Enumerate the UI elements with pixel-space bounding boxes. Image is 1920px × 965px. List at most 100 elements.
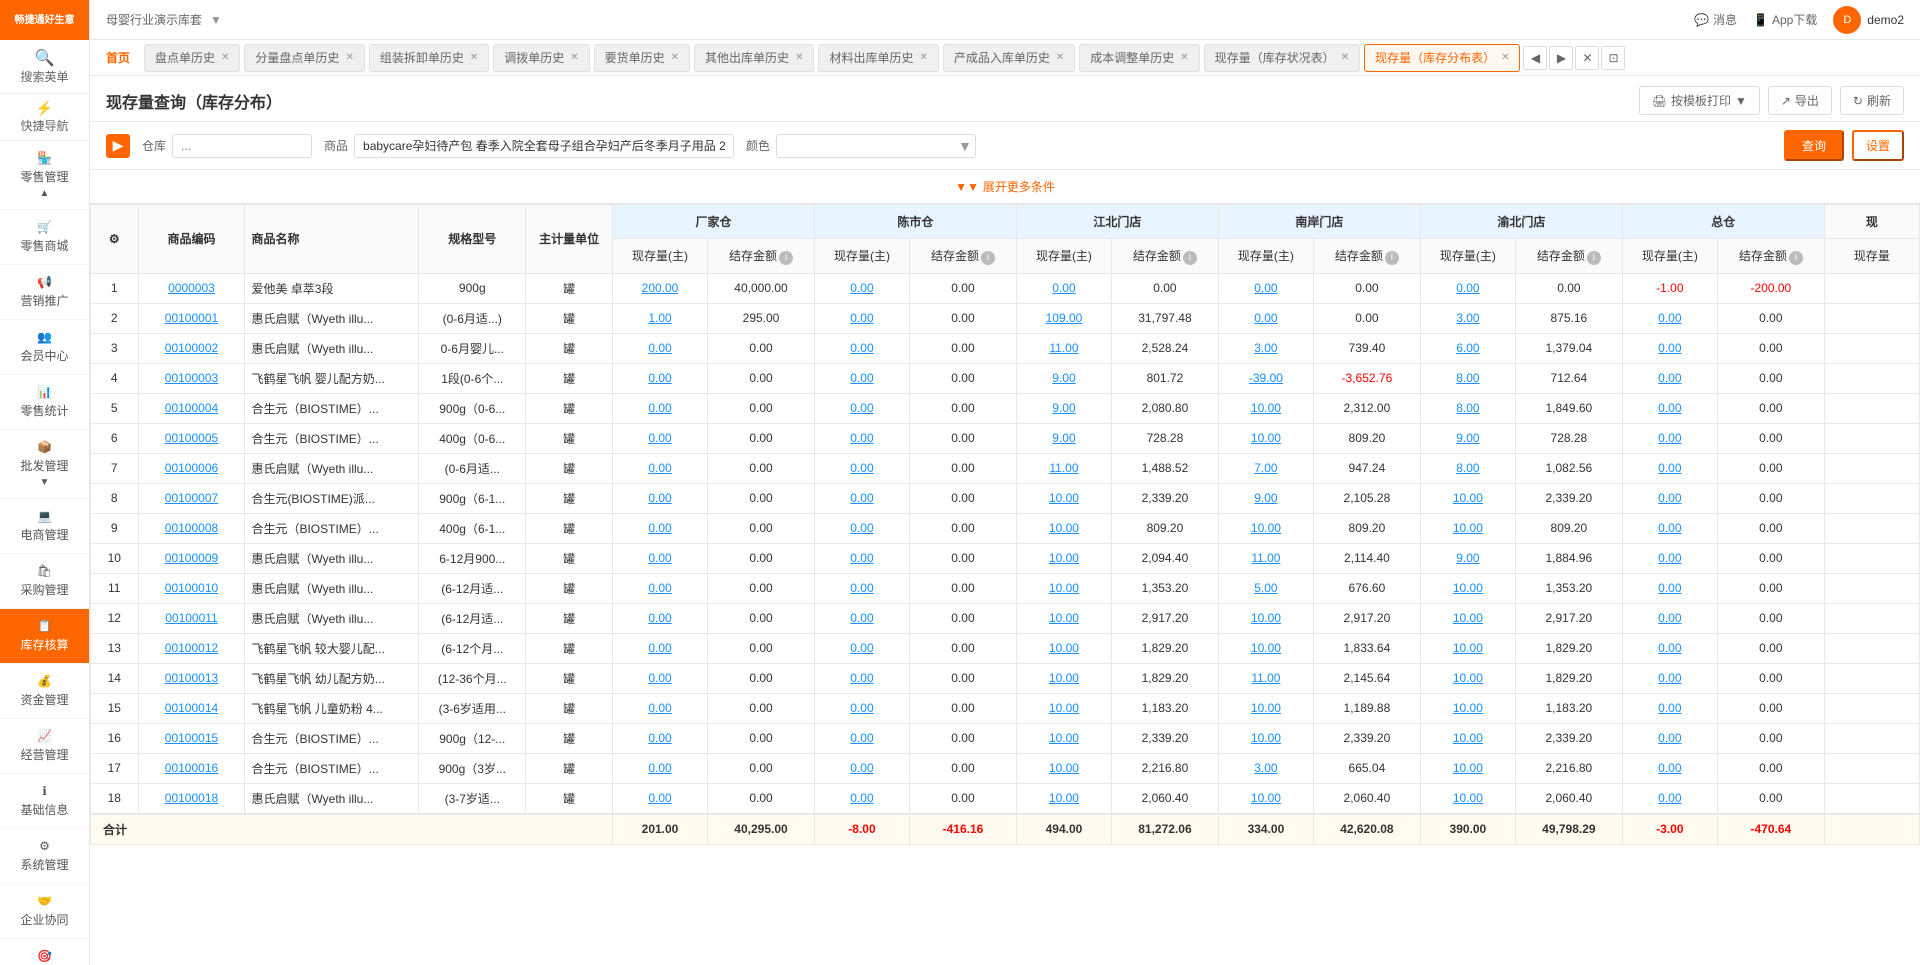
sidebar-item-purchase[interactable]: 🛍采购管理 [0,554,89,609]
table-row: 5 00100004 合生元（BIOSTIME）... 900g（0-6... … [91,393,1920,423]
color-dropdown-icon[interactable]: ▼ [958,138,972,154]
row-nanan-stock: 10.00 [1218,393,1313,423]
tab-sub-inventory[interactable]: 分量盘点单历史 ✕ [244,44,364,72]
tab-stock-status[interactable]: 现存量（库存状况表） ✕ [1204,44,1360,72]
row-nanan-amount: 2,917.20 [1313,603,1420,633]
row-unit: 罐 [526,273,613,303]
export-btn[interactable]: ↗ 导出 [1768,86,1832,115]
print-btn[interactable]: 🖨 按模板打印 ▼ [1639,86,1760,115]
tab-close-assembly[interactable]: ✕ [470,52,478,63]
tab-close-other-out[interactable]: ✕ [795,52,803,63]
row-yubei-stock: 6.00 [1420,333,1515,363]
tab-nav-expand[interactable]: ⊡ [1601,46,1625,70]
sidebar-item-search[interactable]: 🔍 搜索英单 [0,40,89,94]
row-chenshi-amount: 0.00 [910,423,1017,453]
row-factory-amount: 0.00 [708,633,815,663]
sidebar-item-shortcut[interactable]: ⚡ 快捷导航 [0,94,89,141]
row-jiangbei-stock: 11.00 [1016,453,1111,483]
app-download-btn[interactable]: 📱 App下载 [1753,11,1817,28]
jiangbei-amount-info[interactable]: i [1183,251,1197,265]
sidebar-item-operations[interactable]: 📈经营管理 [0,719,89,774]
page-actions: 🖨 按模板打印 ▼ ↗ 导出 ↻ 刷新 [1639,86,1904,115]
expand-more-btn[interactable]: ▼▼ 展开更多条件 [90,170,1920,204]
yubei-amount-info[interactable]: i [1587,251,1601,265]
sidebar-item-system[interactable]: ⚙系统管理 [0,829,89,884]
color-input[interactable] [776,134,976,158]
tab-nav-next[interactable]: ▶ [1549,46,1573,70]
row-unit: 罐 [526,513,613,543]
sidebar-item-member-center[interactable]: 👥会员中心 [0,320,89,375]
tab-assembly[interactable]: 组装拆卸单历史 ✕ [369,44,489,72]
row-nanan-stock: 5.00 [1218,573,1313,603]
tab-close-material-out[interactable]: ✕ [919,52,927,63]
tab-cost-adjust[interactable]: 成本调整单历史 ✕ [1079,44,1199,72]
tab-close-cost-adjust[interactable]: ✕ [1180,52,1188,63]
nanan-amount-info[interactable]: i [1385,251,1399,265]
tab-close-inventory-count[interactable]: ✕ [221,52,229,63]
warehouse-input[interactable] [172,134,312,158]
sidebar-item-wholesale-mgmt[interactable]: 📦批发管理▼ [0,430,89,499]
tab-transfer[interactable]: 调拨单历史 ✕ [493,44,589,72]
settings-btn[interactable]: 设置 [1852,130,1904,161]
row-yubei-stock: 9.00 [1420,423,1515,453]
row-nanan-amount: 1,189.88 [1313,693,1420,723]
refresh-btn[interactable]: ↻ 刷新 [1840,86,1904,115]
tab-inventory-count[interactable]: 盘点单历史 ✕ [144,44,240,72]
tab-close-sub-inventory[interactable]: ✕ [345,52,353,63]
tab-material-out[interactable]: 材料出库单历史 ✕ [818,44,938,72]
sidebar-item-guide[interactable]: 🎯新手引导 [0,939,89,965]
tab-finished-in[interactable]: 产成品入库单历史 ✕ [943,44,1075,72]
user-area[interactable]: D demo2 [1833,6,1904,34]
total-amount-info[interactable]: i [1789,251,1803,265]
row-nanan-amount: 2,339.20 [1313,723,1420,753]
sidebar-item-basic-info[interactable]: ℹ基础信息 [0,774,89,829]
page-title: 现存量查询（库存分布） [106,89,282,113]
row-jiangbei-stock: 10.00 [1016,753,1111,783]
row-total-stock: 0.00 [1622,303,1717,333]
tab-close-requisition[interactable]: ✕ [671,52,679,63]
sidebar-item-collab[interactable]: 🤝企业协同 [0,884,89,939]
col-settings-icon-header[interactable]: ⚙ [91,205,139,274]
row-total-amount: 0.00 [1717,303,1824,333]
tab-requisition[interactable]: 要货单历史 ✕ [594,44,690,72]
row-code: 00100010 [138,573,245,603]
row-yubei-amount: 1,183.20 [1515,693,1622,723]
chenshi-amount-info[interactable]: i [981,251,995,265]
tab-nav-prev[interactable]: ◀ [1523,46,1547,70]
row-nanan-amount: 739.40 [1313,333,1420,363]
row-jiangbei-amount: 2,216.80 [1111,753,1218,783]
row-code: 00100009 [138,543,245,573]
row-total-amount: 0.00 [1717,693,1824,723]
sidebar-item-marketing[interactable]: 📢营销推广 [0,265,89,320]
tab-close-transfer[interactable]: ✕ [570,52,578,63]
tab-close-stock-dist[interactable]: ✕ [1501,52,1509,63]
filter-expand-btn[interactable]: ▶ [106,134,130,158]
sidebar-item-finance[interactable]: 💰资金管理 [0,664,89,719]
store-selector[interactable]: 母婴行业演示库套 ▼ [106,11,222,28]
tab-stock-dist[interactable]: 现存量（库存分布表） ✕ [1364,44,1520,72]
tab-close-finished-in[interactable]: ✕ [1056,52,1064,63]
sidebar-item-retail-mgmt[interactable]: 🏪零售管理▲ [0,141,89,210]
row-nanan-stock: 10.00 [1218,783,1313,814]
tab-home[interactable]: 首页 [96,44,140,72]
sidebar-item-inventory[interactable]: 📋库存核算 [0,609,89,664]
row-name: 飞鹤星飞帆 儿童奶粉 4... [245,693,419,723]
tab-other-out[interactable]: 其他出库单历史 ✕ [694,44,814,72]
product-input[interactable] [354,134,734,158]
sidebar-item-retail-shop[interactable]: 🛒零售商城 [0,210,89,265]
tab-close-stock-status[interactable]: ✕ [1341,52,1349,63]
factory-amount-info[interactable]: i [779,251,793,265]
sidebar-item-ecommerce[interactable]: 💻电商管理 [0,499,89,554]
row-chenshi-amount: 0.00 [910,303,1017,333]
row-yubei-stock: 10.00 [1420,483,1515,513]
message-btn[interactable]: 💬 消息 [1694,11,1737,28]
query-btn[interactable]: 查询 [1784,130,1844,161]
tab-nav-close-all[interactable]: ✕ [1575,46,1599,70]
row-extra [1824,333,1919,363]
sidebar-item-retail-stats[interactable]: 📊零售统计 [0,375,89,430]
row-seq: 3 [91,333,139,363]
row-factory-amount: 40,000.00 [708,273,815,303]
row-unit: 罐 [526,783,613,814]
footer-jiangbei-amount: 81,272.06 [1111,814,1218,845]
row-chenshi-amount: 0.00 [910,633,1017,663]
